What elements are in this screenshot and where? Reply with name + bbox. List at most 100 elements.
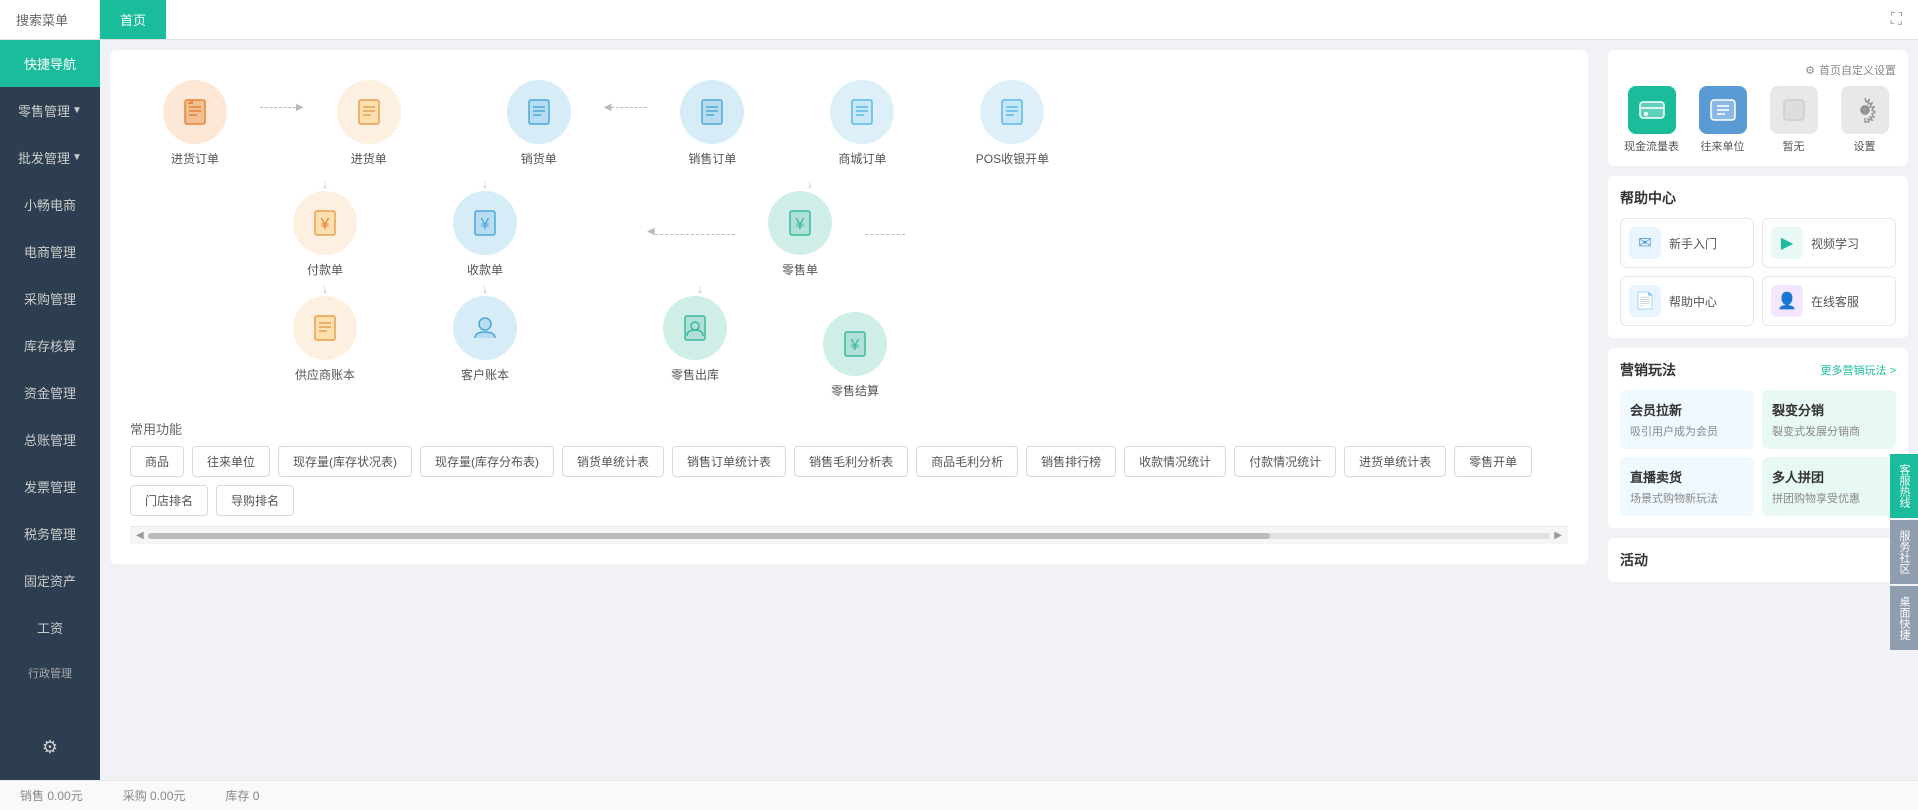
float-btn-desktop[interactable]: 桌面快捷: [1890, 586, 1918, 650]
svg-text:¥: ¥: [795, 216, 805, 233]
func-button-6[interactable]: 销售毛利分析表: [794, 446, 908, 477]
flow-node-retail-order[interactable]: ¥ 零售单: [735, 191, 865, 278]
func-button-0[interactable]: 商品: [130, 446, 184, 477]
flow-node-payment[interactable]: ¥ 付款单: [260, 191, 390, 278]
marketing-item-member[interactable]: 会员拉新 吸引用户成为会员: [1620, 390, 1754, 449]
more-marketing-link[interactable]: 更多营销玩法 >: [1821, 362, 1896, 378]
scroll-right-button[interactable]: ▶: [1554, 530, 1562, 541]
sidebar-item-tax[interactable]: 税务管理: [0, 510, 100, 557]
func-button-10[interactable]: 付款情况统计: [1234, 446, 1336, 477]
quick-icon-settings[interactable]: 设置: [1833, 86, 1896, 154]
flow-node-purchase[interactable]: 进货单: [304, 80, 434, 167]
sidebar-item-label: 电商管理: [24, 242, 76, 261]
flow-node-mall-order[interactable]: 商城订单: [797, 80, 927, 167]
sidebar-item-finance[interactable]: 资金管理: [0, 369, 100, 416]
func-button-9[interactable]: 收款情况统计: [1124, 446, 1226, 477]
help-items-grid: ✉ 新手入门 ▶ 视频学习 📄 帮助中心 👤 在线客服: [1620, 218, 1896, 326]
flow-node-sales-order[interactable]: 销售订单: [647, 80, 777, 167]
func-button-1[interactable]: 往来单位: [192, 446, 270, 477]
sidebar-settings-icon[interactable]: ⚙: [0, 727, 100, 768]
func-button-5[interactable]: 销售订单统计表: [672, 446, 786, 477]
main-panel: 进货订单 ▶: [100, 40, 1598, 780]
quick-icons-card: ⚙ 首页自定义设置 现金流量表: [1608, 50, 1908, 166]
sidebar-item-inventory[interactable]: 库存核算: [0, 322, 100, 369]
quick-icon-contacts[interactable]: 往来单位: [1691, 86, 1754, 154]
purchase-label: 进货单: [351, 150, 387, 167]
empty-icon: [1770, 86, 1818, 134]
svg-text:¥: ¥: [850, 337, 860, 354]
group-desc: 拼团购物享受优惠: [1772, 490, 1886, 506]
func-button-7[interactable]: 商品毛利分析: [916, 446, 1018, 477]
tab-home[interactable]: 首页: [100, 0, 166, 39]
live-title: 直播卖货: [1630, 467, 1744, 486]
mall-order-icon: [830, 80, 894, 144]
help-item-video[interactable]: ▶ 视频学习: [1762, 218, 1896, 268]
retail-order-label: 零售单: [782, 261, 818, 278]
video-label: 视频学习: [1811, 235, 1859, 252]
sidebar-item-quick-nav[interactable]: 快捷导航: [0, 40, 100, 87]
quick-icon-empty[interactable]: 暂无: [1762, 86, 1825, 154]
sidebar-item-label: 固定资产: [24, 571, 76, 590]
func-button-13[interactable]: 门店排名: [130, 485, 208, 516]
marketing-item-group[interactable]: 多人拼团 拼团购物享受优惠: [1762, 457, 1896, 516]
sidebar-item-admin[interactable]: 行政管理: [0, 651, 100, 695]
float-btn-community[interactable]: 服务社区: [1890, 520, 1918, 584]
sidebar-item-wholesale[interactable]: 批发管理 ▼: [0, 134, 100, 181]
common-functions-title: 常用功能: [130, 419, 1568, 438]
flow-node-customer-ledger[interactable]: 客户账本: [420, 296, 550, 383]
sidebar-item-retail[interactable]: 零售管理 ▼: [0, 87, 100, 134]
sidebar-item-ecommerce-mgmt[interactable]: 电商管理: [0, 228, 100, 275]
quick-icon-cashflow[interactable]: 现金流量表: [1620, 86, 1683, 154]
sale-label: 销货单: [521, 150, 557, 167]
func-button-2[interactable]: 现存量(库存状况表): [278, 446, 412, 477]
service-icon: 👤: [1771, 285, 1803, 317]
chevron-down-icon: ▼: [72, 105, 82, 116]
help-item-service[interactable]: 👤 在线客服: [1762, 276, 1896, 326]
sidebar-item-salary[interactable]: 工资: [0, 604, 100, 651]
flow-node-receipt[interactable]: ¥ 收款单: [420, 191, 550, 278]
cashflow-label: 现金流量表: [1624, 138, 1679, 154]
sidebar-item-fixed-assets[interactable]: 固定资产: [0, 557, 100, 604]
bottom-stats: 销售 0.00元 采购 0.00元 库存 0: [0, 780, 1918, 810]
sidebar-item-purchase[interactable]: 采购管理: [0, 275, 100, 322]
float-buttons: 客服热线 服务社区 桌面快捷: [1890, 454, 1918, 650]
common-functions: 常用功能 商品往来单位现存量(库存状况表) 现存量(库存分布表) 销货单统计表销售订…: [130, 419, 1568, 516]
func-button-11[interactable]: 进货单统计表: [1344, 446, 1446, 477]
customize-button[interactable]: ⚙ 首页自定义设置: [1805, 62, 1896, 78]
flow-node-retail-out[interactable]: 零售出库: [630, 296, 760, 383]
func-button-14[interactable]: 导购排名: [216, 485, 294, 516]
scroll-left-button[interactable]: ◀: [136, 530, 144, 541]
flow-node-sale[interactable]: 销货单: [474, 80, 604, 167]
help-item-help[interactable]: 📄 帮助中心: [1620, 276, 1754, 326]
search-menu[interactable]: 搜索菜单: [0, 0, 100, 39]
fullscreen-button[interactable]: ⛶: [1883, 7, 1910, 33]
distribution-desc: 裂变式发展分销商: [1772, 423, 1886, 439]
sidebar-item-label: 批发管理: [18, 148, 70, 167]
func-button-4[interactable]: 销货单统计表: [562, 446, 664, 477]
stat-sales: 销售 0.00元: [20, 787, 83, 804]
func-button-12[interactable]: 零售开单: [1454, 446, 1532, 477]
help-item-beginner[interactable]: ✉ 新手入门: [1620, 218, 1754, 268]
flow-node-supplier-ledger[interactable]: 供应商账本: [260, 296, 390, 383]
flow-node-purchase-order[interactable]: 进货订单: [130, 80, 260, 167]
marketing-item-distribution[interactable]: 裂变分销 裂变式发展分销商: [1762, 390, 1896, 449]
mall-order-label: 商城订单: [838, 150, 886, 167]
payment-label: 付款单: [307, 261, 343, 278]
func-button-8[interactable]: 销售排行榜: [1026, 446, 1116, 477]
sidebar-item-invoice[interactable]: 发票管理: [0, 463, 100, 510]
sales-order-icon: [680, 80, 744, 144]
sidebar-item-label: 小畅电商: [24, 195, 76, 214]
quick-icons-grid: 现金流量表 往来单位: [1620, 86, 1896, 154]
float-btn-service[interactable]: 客服热线: [1890, 454, 1918, 518]
flow-node-retail-settle[interactable]: ¥ 零售结算: [790, 312, 920, 399]
supplier-ledger-icon: [293, 296, 357, 360]
sidebar-item-ledger[interactable]: 总账管理: [0, 416, 100, 463]
func-button-3[interactable]: 现存量(库存分布表): [420, 446, 554, 477]
settings-label: 设置: [1854, 138, 1876, 154]
marketing-item-live[interactable]: 直播卖货 场景式购物新玩法: [1620, 457, 1754, 516]
sidebar-item-label: 快捷导航: [24, 54, 76, 73]
flow-node-pos[interactable]: POS收银开单: [947, 80, 1077, 167]
sidebar-item-ecommerce-small[interactable]: 小畅电商: [0, 181, 100, 228]
cashflow-icon: [1628, 86, 1676, 134]
right-panel: ⚙ 首页自定义设置 现金流量表: [1598, 40, 1918, 780]
